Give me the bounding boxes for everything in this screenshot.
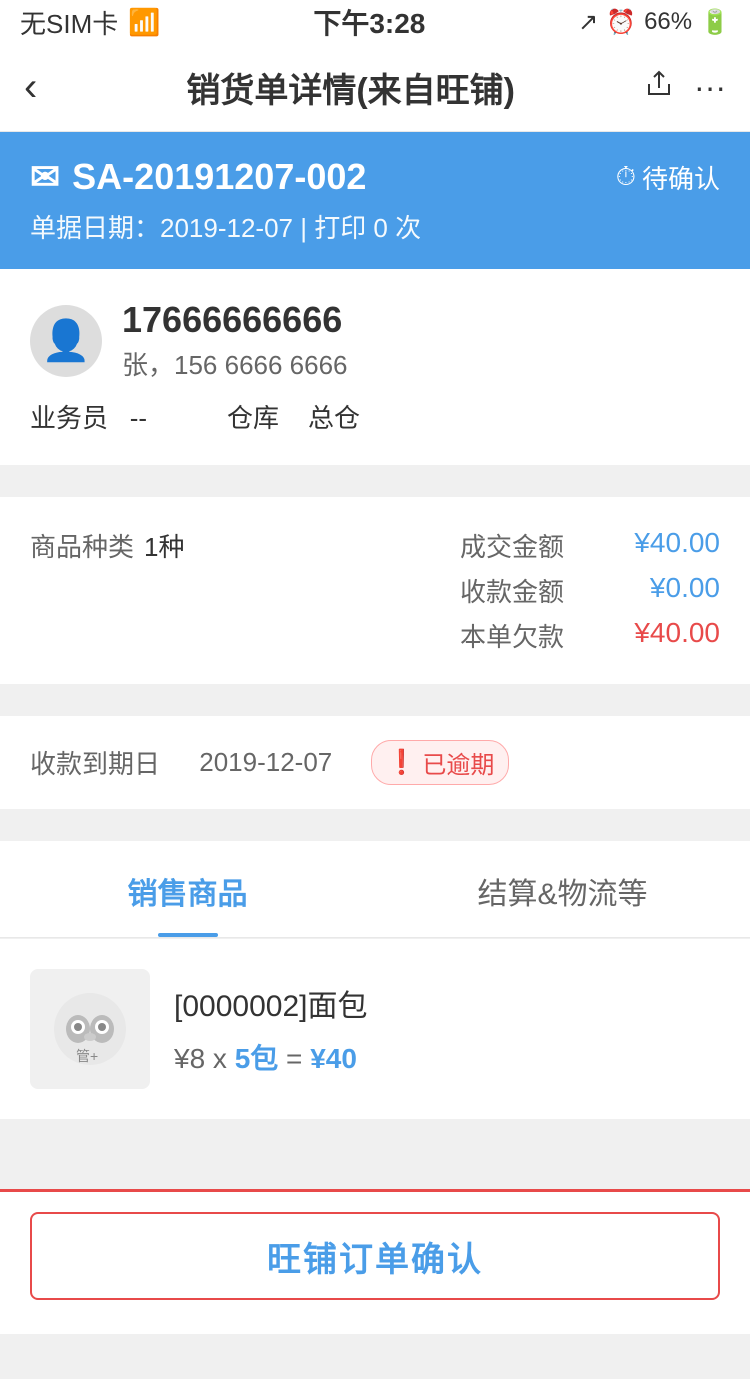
amounts-section: 成交金额 ¥40.00 收款金额 ¥0.00 本单欠款 ¥40.00 <box>460 527 720 654</box>
avatar: 👤 <box>30 305 102 377</box>
product-equals: = <box>278 1043 310 1074</box>
confirm-order-button[interactable]: 旺铺订单确认 <box>30 1212 720 1300</box>
order-id-row: ✉ SA-20191207-002 <box>30 156 366 198</box>
deal-amount-row: 成交金额 ¥40.00 <box>460 527 720 564</box>
order-status: ⏱ 待确认 <box>616 159 720 196</box>
nav-bar: ‹ 销货单详情(来自旺铺) ··· <box>0 44 750 132</box>
page-title: 销货单详情(来自旺铺) <box>57 63 644 112</box>
product-total: ¥40 <box>310 1043 357 1074</box>
carrier-text: 无SIM卡 <box>20 4 118 41</box>
product-thumb-logo: 管+ <box>50 989 130 1069</box>
received-amount-value: ¥0.00 <box>650 572 720 609</box>
product-section: 管+ [0000002]面包 ¥8 x 5包 = ¥40 <box>0 939 750 1119</box>
received-amount-row: 收款金额 ¥0.00 <box>460 572 720 609</box>
tabs-row: 销售商品 结算&物流等 <box>0 841 750 938</box>
goods-type-field: 商品种类 1种 <box>30 527 184 564</box>
battery-text: 66% <box>644 8 692 36</box>
owed-amount-label: 本单欠款 <box>460 617 564 654</box>
status-right: ↗ ⏰ 66% 🔋 <box>578 8 730 37</box>
back-button[interactable]: ‹ <box>24 65 57 110</box>
svg-text:管+: 管+ <box>76 1048 98 1064</box>
order-id-text: SA-20191207-002 <box>72 156 366 198</box>
goods-type-label: 商品种类 <box>30 527 134 564</box>
summary-section: 商品种类 1种 成交金额 ¥40.00 收款金额 ¥0.00 本单欠款 ¥40.… <box>0 497 750 684</box>
salesperson-field: 业务员 -- <box>30 398 147 435</box>
received-amount-label: 收款金额 <box>460 572 564 609</box>
warehouse-field: 仓库 总仓 <box>227 398 360 435</box>
status-clock-icon: ⏱ <box>616 161 636 193</box>
order-date: 单据日期：2019-12-07 | 打印 0 次 <box>30 208 720 245</box>
warehouse-value: 总仓 <box>308 403 360 433</box>
salesperson-value: -- <box>130 403 147 433</box>
customer-name: 张，156 6666 6666 <box>122 345 348 382</box>
status-bar: 无SIM卡 📶 下午3:28 ↗ ⏰ 66% 🔋 <box>0 0 750 44</box>
tab-settlement-logistics[interactable]: 结算&物流等 <box>375 841 750 937</box>
deal-amount-label: 成交金额 <box>460 527 564 564</box>
warehouse-label: 仓库 <box>227 403 279 433</box>
overdue-badge: ❗ 已逾期 <box>371 740 509 785</box>
product-thumbnail: 管+ <box>30 969 150 1089</box>
tab-sales-products[interactable]: 销售商品 <box>0 841 375 937</box>
product-name: [0000002]面包 <box>174 981 720 1025</box>
tabs-section: 销售商品 结算&物流等 <box>0 841 750 938</box>
product-price: ¥8 x <box>174 1043 235 1074</box>
product-item: 管+ [0000002]面包 ¥8 x 5包 = ¥40 <box>30 969 720 1089</box>
product-qty: 5包 <box>235 1043 279 1074</box>
status-text: 待确认 <box>642 159 720 196</box>
due-value: 2019-12-07 <box>199 747 332 778</box>
status-left: 无SIM卡 📶 <box>20 4 161 41</box>
share-icon[interactable] <box>644 69 674 107</box>
battery-icon: 🔋 <box>700 8 730 37</box>
goods-type-value: 1种 <box>144 527 184 564</box>
nav-actions: ··· <box>644 69 726 107</box>
more-icon[interactable]: ··· <box>694 69 726 106</box>
owed-amount-value: ¥40.00 <box>634 617 720 654</box>
divider-3 <box>0 825 750 841</box>
salesperson-label: 业务员 <box>30 403 108 433</box>
customer-section: 👤 17666666666 张，156 6666 6666 业务员 -- 仓库 … <box>0 269 750 465</box>
product-info: [0000002]面包 ¥8 x 5包 = ¥40 <box>174 981 720 1077</box>
customer-phone: 17666666666 <box>122 299 348 341</box>
product-price-row: ¥8 x 5包 = ¥40 <box>174 1037 720 1077</box>
due-section: 收款到期日 2019-12-07 ❗ 已逾期 <box>0 716 750 809</box>
warning-icon: ❗ <box>386 748 416 777</box>
order-id-icon: ✉ <box>30 156 60 198</box>
time-display: 下午3:28 <box>313 2 425 42</box>
divider-1 <box>0 481 750 497</box>
divider-2 <box>0 700 750 716</box>
avatar-icon: 👤 <box>41 317 91 364</box>
due-label: 收款到期日 <box>30 744 160 781</box>
location-icon: ↗ <box>578 8 598 37</box>
deal-amount-value: ¥40.00 <box>634 527 720 564</box>
confirm-btn-wrapper: 旺铺订单确认 <box>0 1189 750 1334</box>
order-header: ✉ SA-20191207-002 ⏱ 待确认 单据日期：2019-12-07 … <box>0 132 750 269</box>
customer-meta: 业务员 -- 仓库 总仓 <box>30 398 720 435</box>
owed-amount-row: 本单欠款 ¥40.00 <box>460 617 720 654</box>
alarm-icon: ⏰ <box>606 8 636 37</box>
wifi-icon: 📶 <box>128 7 160 38</box>
overdue-text: 已逾期 <box>422 745 494 780</box>
